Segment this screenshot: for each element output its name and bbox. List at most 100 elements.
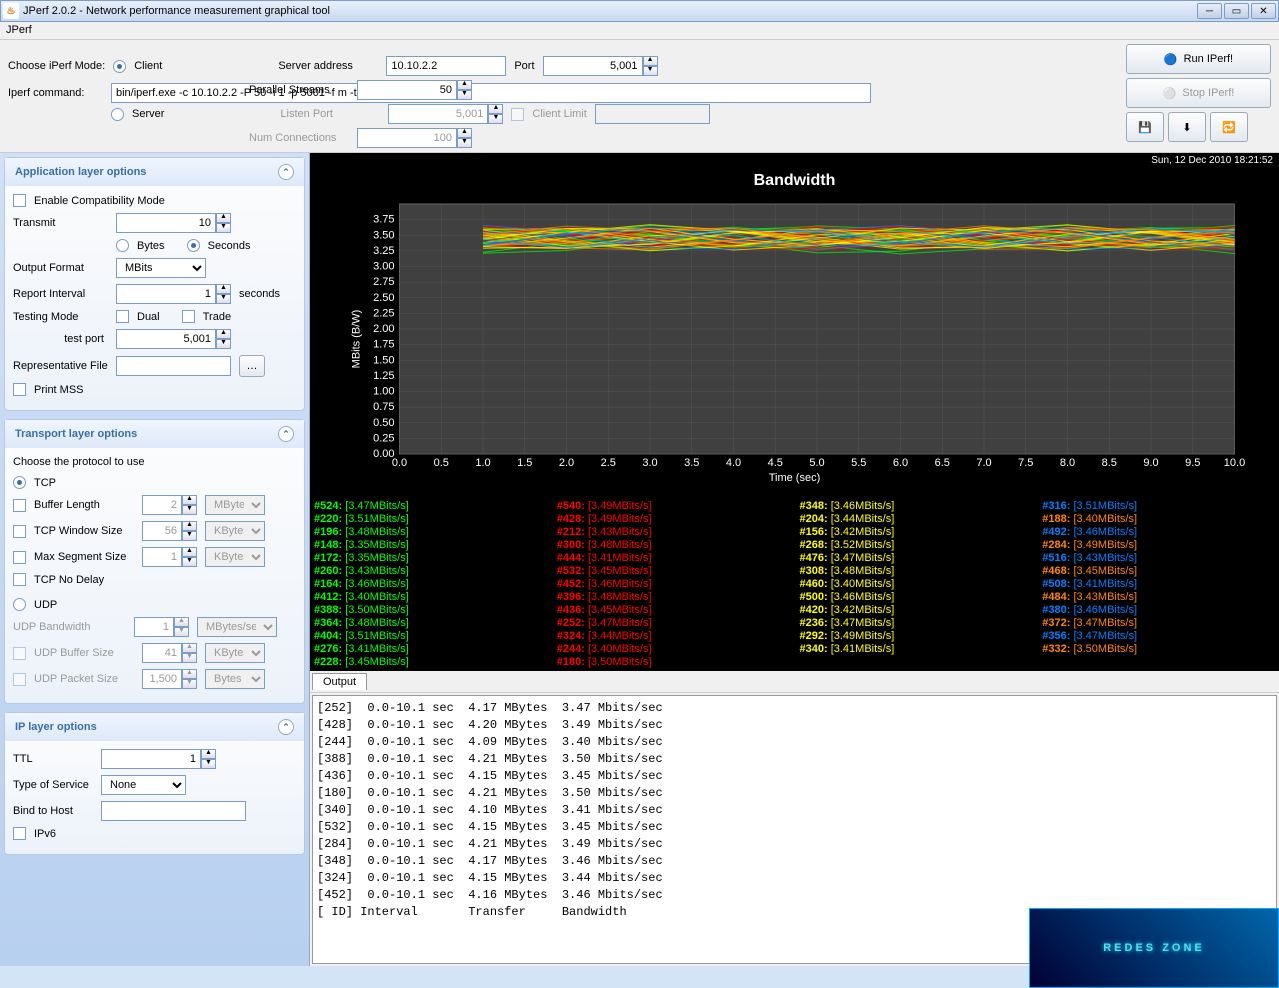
- left-panel: Application layer options⌃ Enable Compat…: [0, 153, 310, 966]
- server-label: Server: [132, 108, 164, 120]
- trade-checkbox[interactable]: [182, 310, 195, 323]
- output-format-select[interactable]: MBits: [116, 258, 206, 278]
- bandwidth-chart: 0.000.250.500.751.001.251.501.752.002.25…: [310, 194, 1279, 484]
- right-panel: Sun, 12 Dec 2010 18:21:52 Bandwidth 0.00…: [310, 153, 1279, 966]
- udppkt-unit: Bytes: [205, 669, 265, 689]
- svg-text:2.00: 2.00: [373, 323, 394, 335]
- svg-text:3.0: 3.0: [642, 457, 657, 469]
- listen-label: Listen Port: [280, 108, 380, 120]
- port-spinner[interactable]: ▲▼: [643, 56, 658, 76]
- transport-header[interactable]: Transport layer options⌃: [5, 420, 304, 448]
- repfile-input[interactable]: [116, 356, 231, 376]
- svg-text:3.25: 3.25: [373, 245, 394, 257]
- port-input[interactable]: [543, 56, 643, 76]
- buflen-unit: MBytes: [205, 495, 265, 515]
- ttl-input[interactable]: [101, 749, 201, 769]
- svg-text:2.75: 2.75: [373, 276, 394, 288]
- tcp-radio[interactable]: [13, 476, 26, 489]
- testport-input[interactable]: [116, 329, 216, 349]
- repint-label: Report Interval: [13, 288, 108, 300]
- numconn-input: [357, 128, 457, 148]
- bind-input[interactable]: [101, 801, 246, 821]
- transmit-input[interactable]: [116, 213, 216, 233]
- listen-port-input: [388, 104, 488, 124]
- timestamp: Sun, 12 Dec 2010 18:21:52: [310, 153, 1279, 168]
- output-tab[interactable]: Output: [310, 671, 1279, 693]
- svg-text:10.0: 10.0: [1224, 457, 1245, 469]
- minimize-button[interactable]: ─: [1197, 3, 1222, 19]
- svg-text:0.25: 0.25: [373, 432, 394, 444]
- tos-select[interactable]: None: [101, 775, 186, 795]
- compat-label: Enable Compatibility Mode: [34, 195, 165, 207]
- udpbuf-checkbox: [13, 647, 26, 660]
- nodelay-checkbox[interactable]: [13, 573, 26, 586]
- ipv6-checkbox[interactable]: [13, 827, 26, 840]
- seconds-radio[interactable]: [187, 239, 200, 252]
- svg-text:7.0: 7.0: [976, 457, 991, 469]
- chart-title: Bandwidth: [310, 168, 1279, 194]
- collapse-icon[interactable]: ⌃: [278, 719, 294, 735]
- buflen-checkbox[interactable]: [13, 499, 26, 512]
- outfmt-label: Output Format: [13, 262, 108, 274]
- collapse-icon[interactable]: ⌃: [278, 426, 294, 442]
- transport-layer-panel: Transport layer options⌃ Choose the prot…: [4, 419, 305, 704]
- menu-jperf[interactable]: JPerf: [6, 24, 32, 36]
- svg-text:8.5: 8.5: [1102, 457, 1117, 469]
- mode-label: Choose iPerf Mode:: [8, 60, 105, 72]
- repfile-label: Representative File: [13, 360, 108, 372]
- svg-text:3.5: 3.5: [684, 457, 699, 469]
- server-radio[interactable]: [111, 108, 124, 121]
- app-layer-panel: Application layer options⌃ Enable Compat…: [4, 157, 305, 411]
- ip-header[interactable]: IP layer options⌃: [5, 713, 304, 741]
- svg-text:6.0: 6.0: [893, 457, 908, 469]
- server-addr-label: Server address: [278, 60, 378, 72]
- app-layer-header[interactable]: Application layer options⌃: [5, 158, 304, 186]
- client-limit-label: Client Limit: [532, 108, 586, 120]
- printmss-label: Print MSS: [34, 384, 84, 396]
- udp-radio[interactable]: [13, 598, 26, 611]
- testmode-label: Testing Mode: [13, 311, 108, 323]
- parallel-input[interactable]: [357, 80, 457, 100]
- winsize-input: [142, 521, 182, 541]
- svg-text:2.5: 2.5: [601, 457, 616, 469]
- svg-text:4.0: 4.0: [726, 457, 741, 469]
- close-button[interactable]: ✕: [1251, 3, 1276, 19]
- menubar[interactable]: JPerf: [0, 22, 1279, 40]
- collapse-icon[interactable]: ⌃: [278, 164, 294, 180]
- parallel-spinner[interactable]: ▲▼: [457, 80, 472, 100]
- svg-text:0.50: 0.50: [373, 417, 394, 429]
- client-label: Client: [134, 60, 162, 72]
- testport-label: test port: [13, 333, 108, 345]
- svg-text:1.50: 1.50: [373, 354, 394, 366]
- svg-text:8.0: 8.0: [1060, 457, 1075, 469]
- maxseg-input: [142, 547, 182, 567]
- maxseg-checkbox[interactable]: [13, 551, 26, 564]
- bytes-radio[interactable]: [116, 239, 129, 252]
- transmit-label: Transmit: [13, 217, 108, 229]
- choose-protocol-label: Choose the protocol to use: [13, 456, 296, 468]
- watermark: REDES ZONE: [1029, 908, 1279, 988]
- svg-text:1.0: 1.0: [475, 457, 490, 469]
- repint-input[interactable]: [116, 284, 216, 304]
- printmss-checkbox[interactable]: [13, 383, 26, 396]
- winsize-checkbox[interactable]: [13, 525, 26, 538]
- dual-checkbox[interactable]: [116, 310, 129, 323]
- listen-spinner: ▲▼: [488, 104, 503, 124]
- client-limit-checkbox: [511, 108, 524, 121]
- compat-checkbox[interactable]: [13, 194, 26, 207]
- svg-text:2.0: 2.0: [559, 457, 574, 469]
- port-label: Port: [514, 60, 534, 72]
- winsize-unit: KBytes: [205, 521, 265, 541]
- svg-text:7.5: 7.5: [1018, 457, 1033, 469]
- client-limit-input: [595, 104, 710, 124]
- client-radio[interactable]: [113, 60, 126, 73]
- server-address-input[interactable]: [386, 56, 506, 76]
- tos-label: Type of Service: [13, 779, 93, 791]
- buflen-input: [142, 495, 182, 515]
- maximize-button[interactable]: ▭: [1224, 3, 1249, 19]
- top-form: Iperf command: 🔵Run IPerf! ⚪Stop IPerf! …: [0, 40, 1279, 153]
- chart-legend: #524: [3.47MBits/s]#540: [3.49MBits/s]#3…: [310, 498, 1279, 671]
- udpbw-unit: MBytes/sec: [197, 617, 277, 637]
- java-icon: ♨: [3, 3, 19, 19]
- browse-button[interactable]: …: [239, 355, 265, 377]
